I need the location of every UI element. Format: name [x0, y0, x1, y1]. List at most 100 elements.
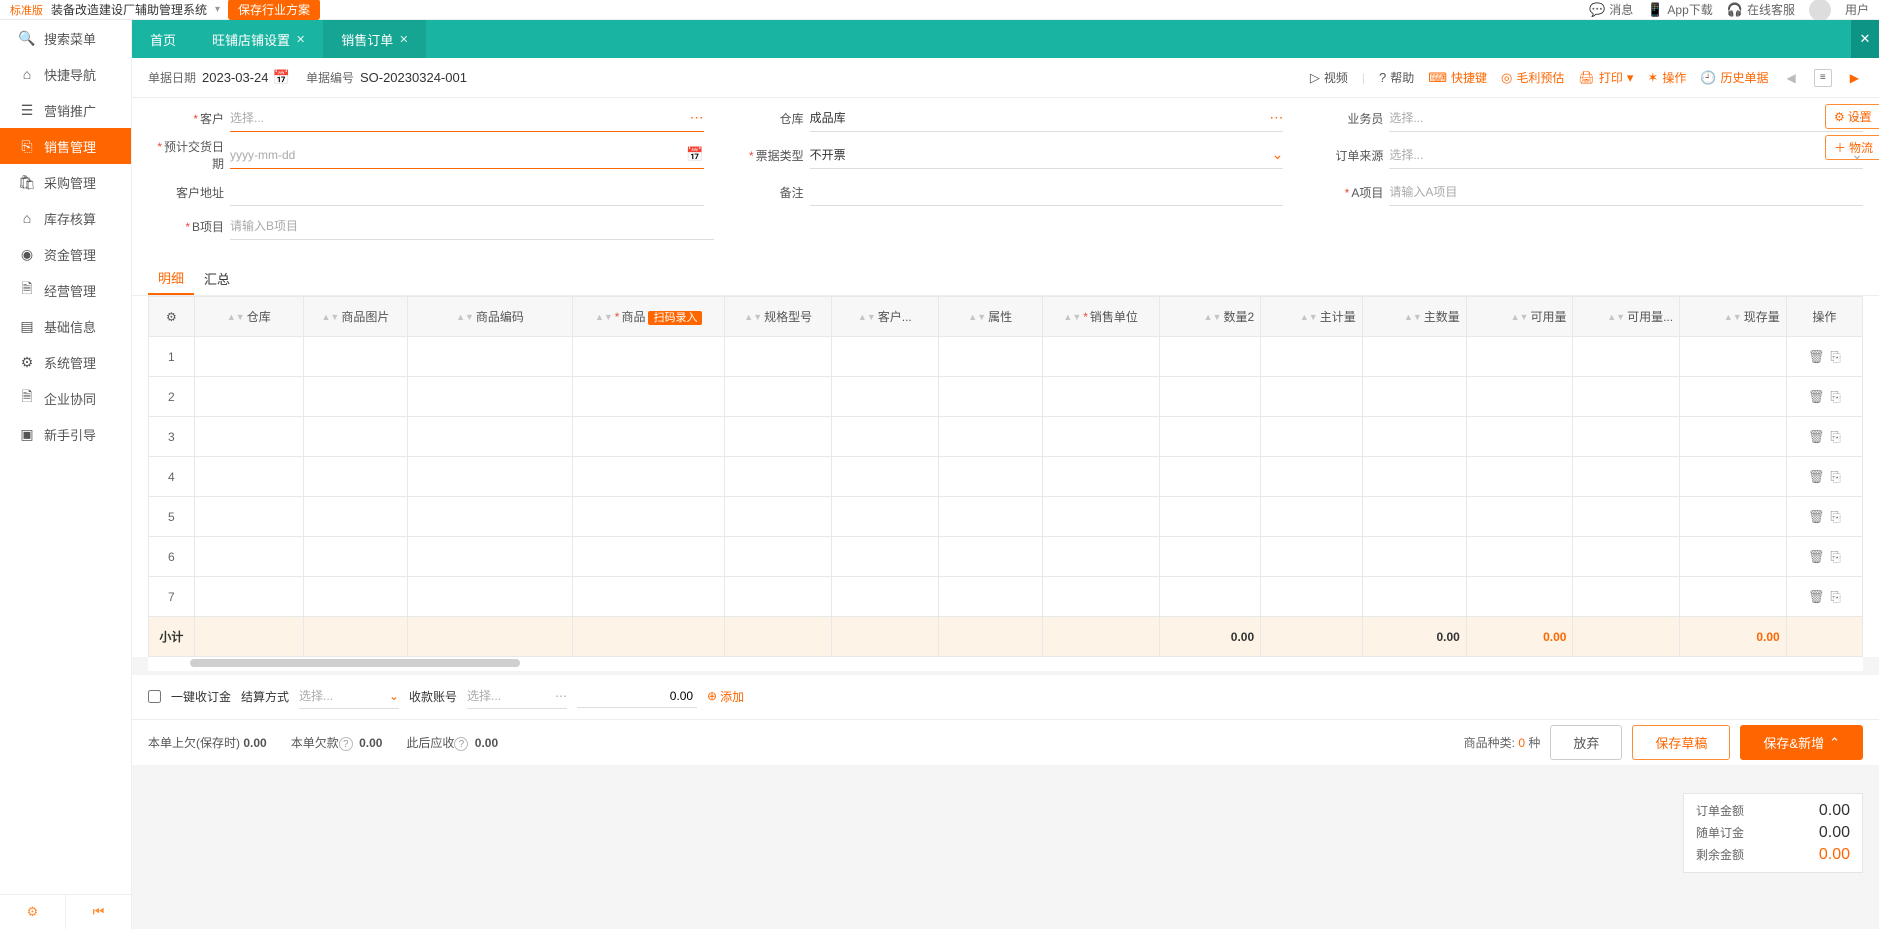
chevron-down-icon[interactable]: ⌄ — [1851, 146, 1863, 163]
sort-icon[interactable]: ▲▼ — [595, 315, 613, 320]
tab-summary[interactable]: 汇总 — [194, 263, 240, 294]
discard-button[interactable]: 放弃 — [1550, 725, 1622, 760]
table-row[interactable]: 1🗑⎘ — [149, 337, 1863, 377]
col-available[interactable]: ▲▼可用量 — [1466, 297, 1573, 337]
sort-icon[interactable]: ▲▼ — [322, 315, 340, 320]
source-input[interactable] — [1389, 148, 1863, 162]
print-dropdown[interactable]: 🖨打印▾ — [1578, 69, 1633, 86]
salesman-field[interactable]: ⋯ — [1389, 104, 1863, 132]
projb-field[interactable] — [230, 212, 714, 240]
warehouse-field[interactable]: 成品库⋯ — [810, 104, 1284, 132]
sidebar-item-sales[interactable]: ⎘销售管理 — [0, 128, 131, 164]
sort-icon[interactable]: ▲▼ — [744, 315, 762, 320]
delete-row-icon[interactable]: 🗑 — [1808, 389, 1825, 404]
more-icon[interactable]: ⋯ — [1849, 109, 1863, 126]
col-available2[interactable]: ▲▼可用量... — [1573, 297, 1680, 337]
settle-amount-input[interactable] — [577, 685, 697, 708]
sidebar-settings-button[interactable]: ⚙ — [0, 895, 66, 929]
close-icon[interactable]: ✕ — [296, 33, 305, 46]
col-unit[interactable]: ▲▼*销售单位 — [1042, 297, 1159, 337]
delivery-field[interactable]: 📅 — [230, 141, 704, 169]
more-icon[interactable]: ⋯ — [690, 109, 704, 126]
system-caret-icon[interactable]: ▾ — [215, 4, 220, 15]
help-link[interactable]: ?帮助 — [1379, 69, 1414, 86]
sort-icon[interactable]: ▲▼ — [1607, 315, 1625, 320]
delete-row-icon[interactable]: 🗑 — [1808, 509, 1825, 524]
col-main-unit[interactable]: ▲▼主计量 — [1261, 297, 1363, 337]
delete-row-icon[interactable]: 🗑 — [1808, 429, 1825, 444]
addr-field[interactable] — [230, 178, 704, 206]
tab-home[interactable]: 首页 — [132, 20, 194, 58]
sidebar-item-basic[interactable]: ▤基础信息 — [0, 308, 131, 344]
view-toggle[interactable]: ≡ — [1814, 69, 1832, 87]
salesman-input[interactable] — [1389, 111, 1863, 125]
messages-link[interactable]: 💬消息 — [1589, 1, 1633, 18]
remark-field[interactable] — [810, 178, 1284, 206]
col-main-qty[interactable]: ▲▼主数量 — [1362, 297, 1466, 337]
remark-input[interactable] — [810, 185, 1284, 199]
sort-icon[interactable]: ▲▼ — [1300, 315, 1318, 320]
col-warehouse[interactable]: ▲▼仓库 — [194, 297, 303, 337]
horizontal-scrollbar[interactable] — [148, 657, 1863, 671]
doc-date-value[interactable]: 2023-03-24 — [202, 70, 269, 85]
ops-dropdown[interactable]: ✶操作 — [1647, 69, 1686, 86]
help-icon[interactable]: ? — [339, 737, 353, 751]
support-link[interactable]: 🎧在线客服 — [1727, 1, 1795, 18]
copy-row-icon[interactable]: ⎘ — [1830, 509, 1840, 524]
delete-row-icon[interactable]: 🗑 — [1808, 549, 1825, 564]
col-attr[interactable]: ▲▼属性 — [938, 297, 1042, 337]
source-field[interactable]: ⌄ — [1389, 141, 1863, 169]
sidebar-item-guide[interactable]: ▣新手引导 — [0, 416, 131, 452]
copy-row-icon[interactable]: ⎘ — [1830, 589, 1840, 604]
save-draft-button[interactable]: 保存草稿 — [1632, 725, 1730, 760]
avatar[interactable] — [1809, 0, 1831, 21]
col-qty2[interactable]: ▲▼数量2 — [1159, 297, 1261, 337]
shortcuts-link[interactable]: ⌨快捷键 — [1428, 69, 1487, 86]
sort-icon[interactable]: ▲▼ — [456, 315, 474, 320]
proja-field[interactable] — [1389, 178, 1863, 206]
help-icon[interactable]: ? — [454, 737, 468, 751]
delete-row-icon[interactable]: 🗑 — [1808, 349, 1825, 364]
account-select[interactable]: 选择...⋯ — [467, 683, 567, 709]
sort-icon[interactable]: ▲▼ — [858, 315, 876, 320]
profit-link[interactable]: ◎毛利预估 — [1501, 69, 1564, 86]
sidebar-item-search[interactable]: 🔍搜索菜单 — [0, 20, 131, 56]
app-download-link[interactable]: 📱App下载 — [1647, 1, 1713, 18]
sidebar-item-purchase[interactable]: 🛍采购管理 — [0, 164, 131, 200]
auto-deposit-checkbox[interactable] — [148, 690, 161, 703]
history-link[interactable]: 🕘历史单据 — [1700, 69, 1768, 86]
close-icon[interactable]: ✕ — [399, 33, 408, 46]
chevron-down-icon[interactable]: ⌄ — [1272, 146, 1284, 163]
tabs-close-all[interactable]: ✕ — [1851, 20, 1879, 58]
copy-row-icon[interactable]: ⎘ — [1830, 549, 1840, 564]
table-row[interactable]: 2🗑⎘ — [149, 377, 1863, 417]
delete-row-icon[interactable]: 🗑 — [1808, 589, 1825, 604]
calendar-icon[interactable]: 📅 — [686, 146, 703, 163]
sort-icon[interactable]: ▲▼ — [1404, 315, 1422, 320]
customer-input[interactable] — [230, 111, 704, 125]
projb-input[interactable] — [230, 219, 714, 233]
table-row[interactable]: 3🗑⎘ — [149, 417, 1863, 457]
table-row[interactable]: 5🗑⎘ — [149, 497, 1863, 537]
next-doc[interactable]: ▶ — [1846, 71, 1863, 85]
tab-detail[interactable]: 明细 — [148, 262, 194, 295]
delete-row-icon[interactable]: 🗑 — [1808, 469, 1825, 484]
sidebar-item-quicknav[interactable]: ⌂快捷导航 — [0, 56, 131, 92]
addr-input[interactable] — [230, 185, 704, 199]
copy-row-icon[interactable]: ⎘ — [1830, 389, 1840, 404]
sidebar-item-enterprise[interactable]: 🗎企业协同 — [0, 380, 131, 416]
sidebar-item-finance[interactable]: ◉资金管理 — [0, 236, 131, 272]
video-link[interactable]: ▷视频 — [1310, 69, 1348, 86]
col-image[interactable]: ▲▼商品图片 — [303, 297, 407, 337]
table-row[interactable]: 4🗑⎘ — [149, 457, 1863, 497]
customer-field[interactable]: ⋯ — [230, 104, 704, 132]
scroll-thumb[interactable] — [190, 659, 520, 667]
invoice-field[interactable]: 不开票⌄ — [810, 141, 1284, 169]
sort-icon[interactable]: ▲▼ — [968, 315, 986, 320]
proja-input[interactable] — [1389, 185, 1863, 199]
sort-icon[interactable]: ▲▼ — [227, 315, 245, 320]
col-product[interactable]: ▲▼*商品扫码录入 — [573, 297, 725, 337]
sort-icon[interactable]: ▲▼ — [1724, 315, 1742, 320]
sidebar-item-inventory[interactable]: ⌂库存核算 — [0, 200, 131, 236]
delivery-input[interactable] — [230, 148, 704, 162]
